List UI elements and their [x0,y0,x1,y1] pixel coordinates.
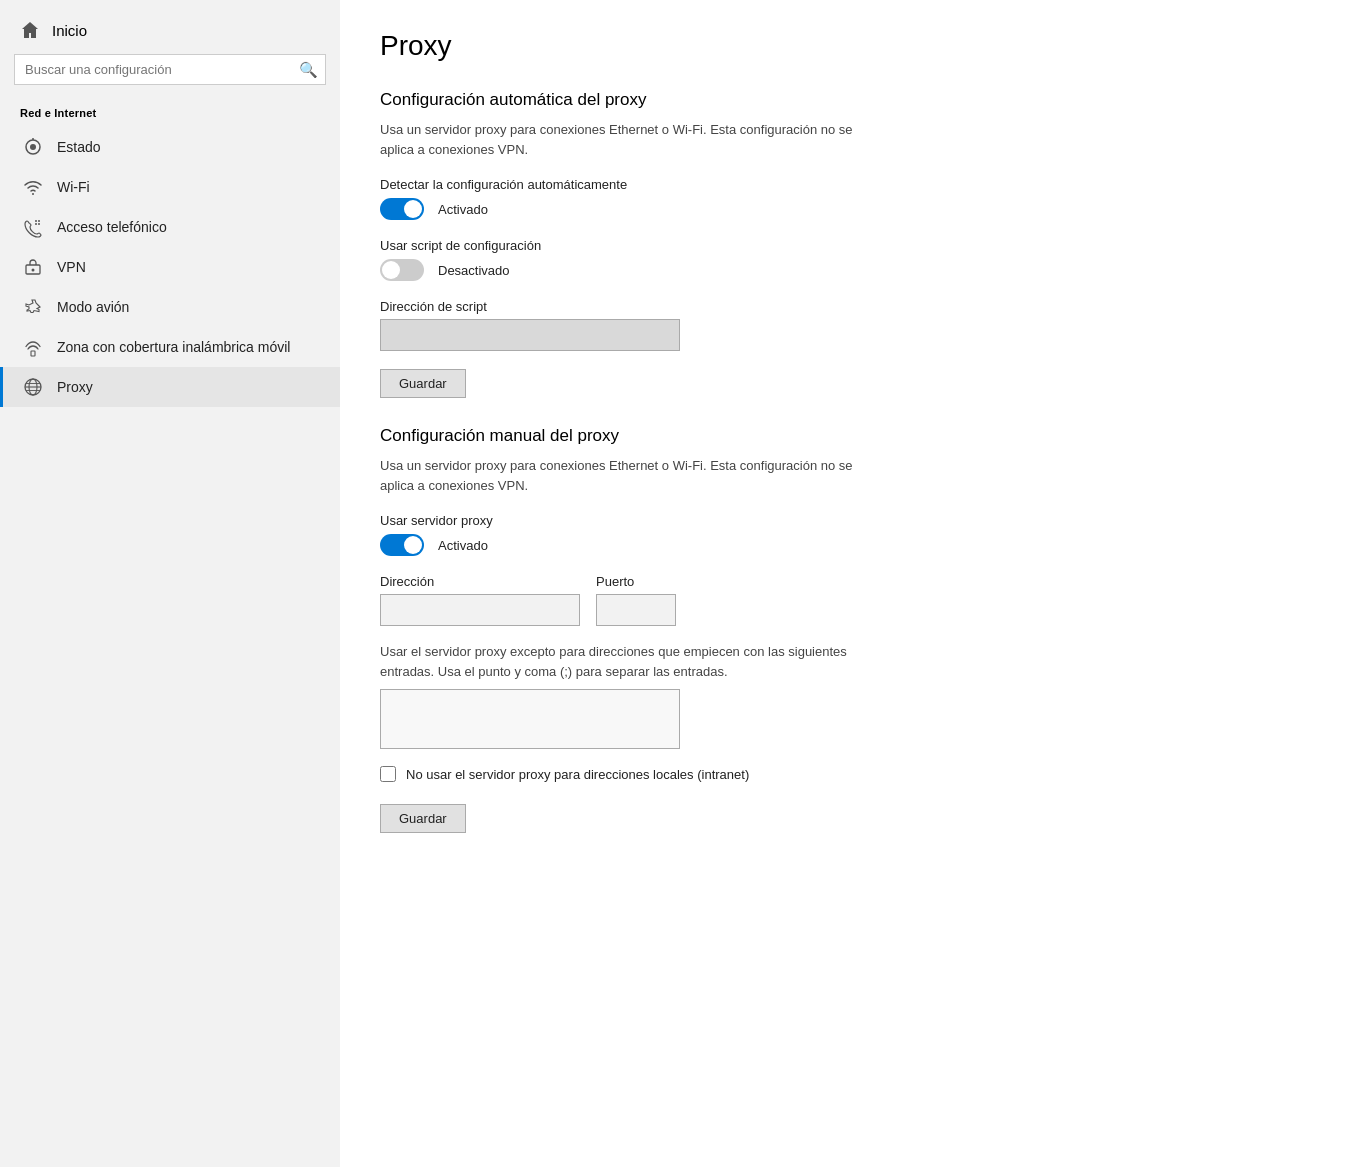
exception-text: Usar el servidor proxy excepto para dire… [380,642,870,681]
svg-rect-10 [31,351,35,356]
airplane-icon [23,297,43,317]
detect-toggle[interactable] [380,198,424,220]
proxy-server-label: Usar servidor proxy [380,513,1321,528]
sidebar-item-wifi[interactable]: Wi-Fi [0,167,340,207]
manual-save-button[interactable]: Guardar [380,804,466,833]
search-input[interactable] [14,54,326,85]
exception-textarea[interactable] [380,689,680,749]
page-title: Proxy [380,30,1321,62]
svg-point-6 [38,223,40,225]
no-local-proxy-checkbox[interactable] [380,766,396,782]
wifi-icon [23,177,43,197]
svg-point-5 [38,220,40,222]
sidebar-item-proxy[interactable]: Proxy [0,367,340,407]
auto-save-button[interactable]: Guardar [380,369,466,398]
svg-point-9 [32,269,35,272]
detect-status: Activado [438,202,488,217]
sidebar: Inicio 🔍 Red e Internet Estado Wi-Fi [0,0,340,1167]
search-container: 🔍 [14,54,326,85]
main-content: Proxy Configuración automática del proxy… [340,0,1361,1167]
proxy-server-status: Activado [438,538,488,553]
script-status: Desactivado [438,263,510,278]
sidebar-item-estado[interactable]: Estado [0,127,340,167]
section-label: Red e Internet [0,101,340,127]
svg-point-1 [30,144,36,150]
proxy-server-toggle[interactable] [380,534,424,556]
home-icon [20,20,40,40]
script-address-input[interactable] [380,319,680,351]
no-local-proxy-label[interactable]: No usar el servidor proxy para direccion… [406,767,749,782]
puerto-field-wrap: Puerto [596,574,676,626]
address-field-wrap: Dirección [380,574,580,626]
address-input[interactable] [380,594,580,626]
script-toggle[interactable] [380,259,424,281]
mobile-hotspot-icon [23,337,43,357]
detect-toggle-row: Activado [380,198,1321,220]
svg-point-3 [32,193,34,195]
manual-section-description: Usa un servidor proxy para conexiones Et… [380,456,880,495]
script-label: Usar script de configuración [380,238,1321,253]
proxy-icon [23,377,43,397]
search-icon: 🔍 [299,61,318,79]
puerto-input[interactable] [596,594,676,626]
address-field-label: Dirección [380,574,580,589]
auto-section: Configuración automática del proxy Usa u… [380,90,1321,398]
no-local-proxy-row: No usar el servidor proxy para direccion… [380,766,1321,782]
proxy-toggle-row: Activado [380,534,1321,556]
svg-point-7 [35,223,37,225]
puerto-field-label: Puerto [596,574,676,589]
auto-section-description: Usa un servidor proxy para conexiones Et… [380,120,880,159]
detect-label: Detectar la configuración automáticament… [380,177,1321,192]
manual-section: Configuración manual del proxy Usa un se… [380,426,1321,833]
svg-point-4 [35,220,37,222]
dial-icon [23,217,43,237]
sidebar-item-zona[interactable]: Zona con cobertura inalámbrica móvil [0,327,340,367]
manual-section-title: Configuración manual del proxy [380,426,1321,446]
vpn-icon [23,257,43,277]
address-label: Dirección de script [380,299,1321,314]
auto-section-title: Configuración automática del proxy [380,90,1321,110]
sidebar-item-modo-avion[interactable]: Modo avión [0,287,340,327]
sidebar-item-vpn[interactable]: VPN [0,247,340,287]
sidebar-item-inicio[interactable]: Inicio [0,10,340,54]
script-toggle-row: Desactivado [380,259,1321,281]
sidebar-item-acceso[interactable]: Acceso telefónico [0,207,340,247]
address-puerto-row: Dirección Puerto [380,574,1321,626]
estado-icon [23,137,43,157]
